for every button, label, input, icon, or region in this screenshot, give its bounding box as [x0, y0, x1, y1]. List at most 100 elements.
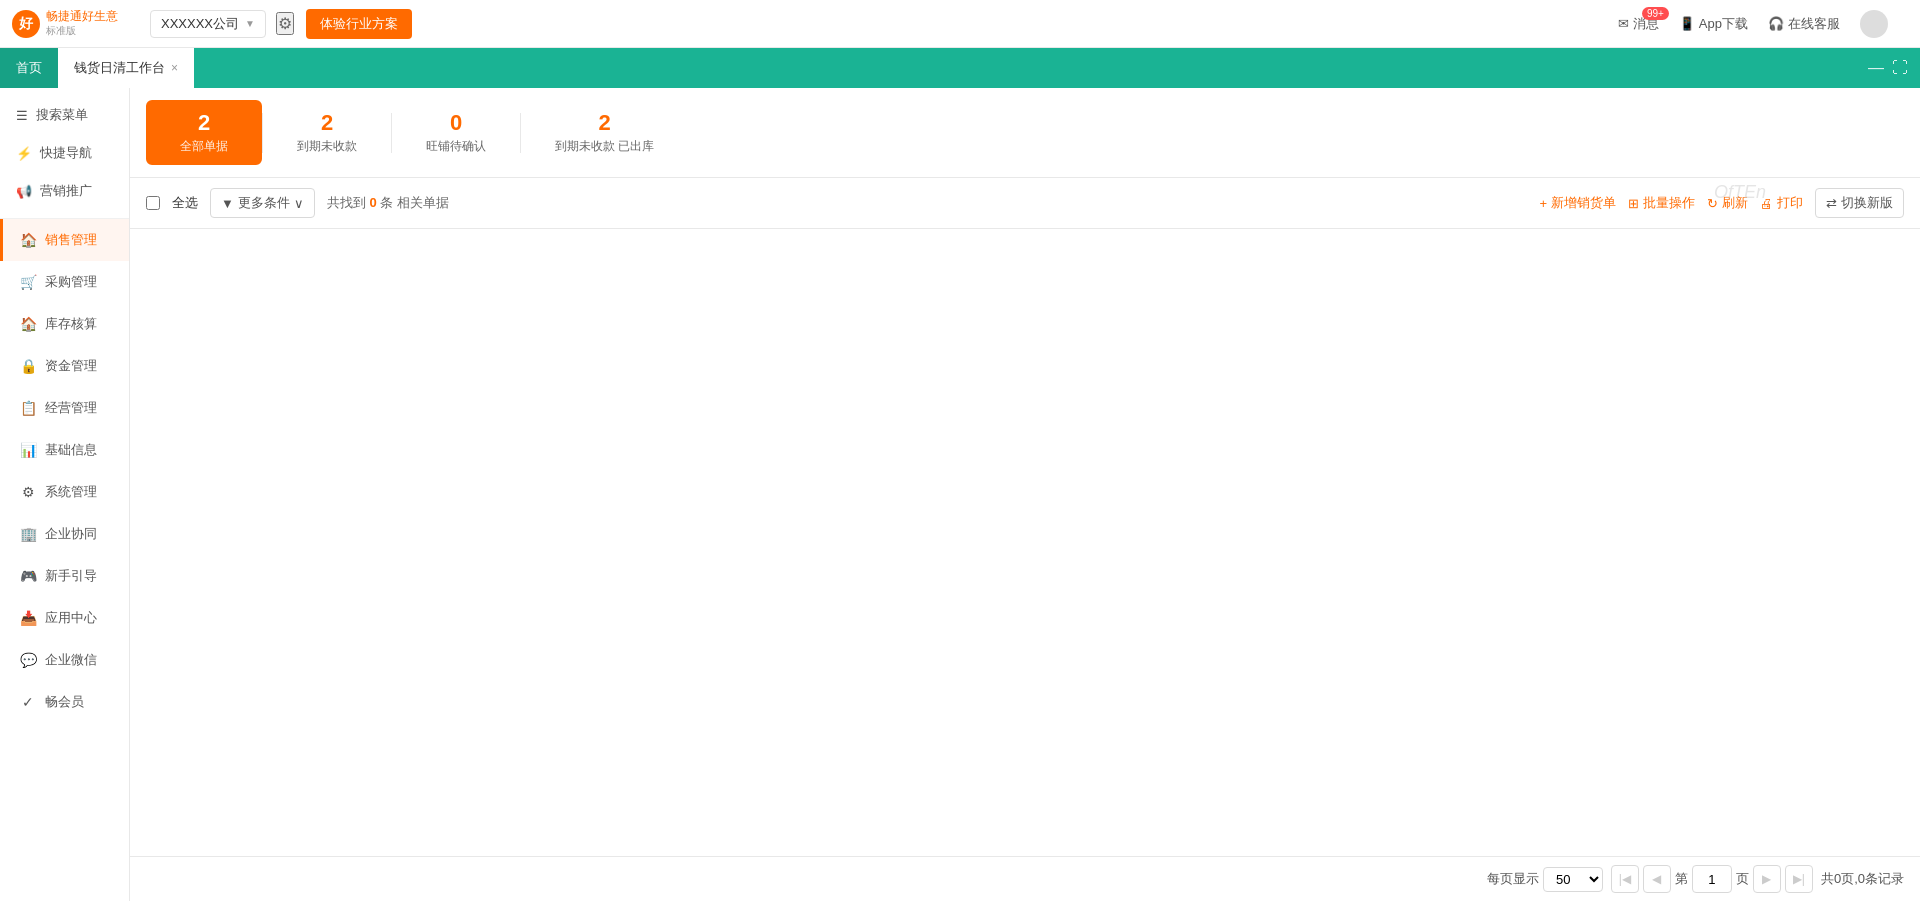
sales-icon: 🏠: [19, 232, 37, 248]
guide-icon: 🎮: [19, 568, 37, 584]
sidebar-item-finance[interactable]: 🔒 资金管理: [0, 345, 129, 387]
tab-cash-flow[interactable]: 钱货日清工作台 ×: [58, 48, 194, 88]
filter-icon: ▼: [221, 196, 234, 211]
sidebar-item-finance-label: 资金管理: [45, 357, 97, 375]
switch-version-btn[interactable]: ⇄ 切换新版: [1815, 188, 1904, 218]
online-service-btn[interactable]: 🎧 在线客服: [1768, 15, 1840, 33]
switch-label: 切换新版: [1841, 194, 1893, 212]
page-size-dropdown[interactable]: 20 50 100: [1543, 867, 1603, 892]
tab-expand-icon[interactable]: ⛶: [1892, 59, 1908, 77]
service-icon: 🎧: [1768, 16, 1784, 31]
more-filters-label: 更多条件: [238, 194, 290, 212]
toolbar: 全选 ▼ 更多条件 ∨ 共找到 0 条 相关单据 + 新增销货单 ⊞ 批量操作: [130, 178, 1920, 229]
sidebar-item-system[interactable]: ⚙ 系统管理: [0, 471, 129, 513]
refresh-btn[interactable]: ↻ 刷新: [1707, 194, 1748, 212]
basic-info-icon: 📊: [19, 442, 37, 458]
sidebar-item-cooperation-label: 企业协同: [45, 525, 97, 543]
tab-home-label: 首页: [16, 59, 42, 77]
first-page-btn[interactable]: |◀: [1611, 865, 1639, 893]
wechat-icon: 💬: [19, 652, 37, 668]
promo-icon: 📢: [16, 184, 32, 199]
content-area: 2 全部单据 2 到期未收款 0 旺铺待确认 2 到期未收款 已出库 全选: [130, 88, 1920, 901]
app-download-label: App下载: [1699, 15, 1748, 33]
search-menu-label: 搜索菜单: [36, 106, 88, 124]
tab-minimize-icon[interactable]: —: [1868, 59, 1884, 77]
logo-area: 好 畅捷通好生意 标准版: [12, 9, 142, 39]
plus-icon: +: [1539, 196, 1547, 211]
sidebar-item-wechat[interactable]: 💬 企业微信: [0, 639, 129, 681]
tab-cash-flow-label: 钱货日清工作台: [74, 59, 165, 77]
company-selector[interactable]: XXXXXX公司 ▼: [150, 10, 266, 38]
inventory-icon: 🏠: [19, 316, 37, 332]
more-filters-btn[interactable]: ▼ 更多条件 ∨: [210, 188, 315, 218]
settings-button[interactable]: ⚙: [276, 12, 294, 35]
sidebar-item-purchase-label: 采购管理: [45, 273, 97, 291]
sidebar-item-operations-label: 经营管理: [45, 399, 97, 417]
sidebar-item-member[interactable]: ✓ 畅会员: [0, 681, 129, 723]
summary-card-unshipped[interactable]: 2 到期未收款 已出库: [521, 100, 688, 165]
cooperation-icon: 🏢: [19, 526, 37, 542]
promo-label: 营销推广: [40, 182, 92, 200]
tab-right-actions: — ⛶: [1868, 59, 1920, 77]
sidebar-item-wechat-label: 企业微信: [45, 651, 97, 669]
page-size-label: 每页显示: [1487, 870, 1539, 888]
tab-close-icon[interactable]: ×: [171, 61, 178, 75]
pagination: 每页显示 20 50 100 |◀ ◀ 第 页 ▶ ▶| 共0页,0条记录: [130, 856, 1920, 901]
sidebar-item-system-label: 系统管理: [45, 483, 97, 501]
sidebar-quick-nav[interactable]: ⚡ 快捷导航: [0, 134, 129, 172]
apps-icon: 📥: [19, 610, 37, 626]
message-btn[interactable]: ✉ 消息 99+: [1618, 15, 1659, 33]
system-icon: ⚙: [19, 484, 37, 500]
chevron-filter-icon: ∨: [294, 196, 304, 211]
sidebar-item-operations[interactable]: 📋 经营管理: [0, 387, 129, 429]
total-info: 共0页,0条记录: [1821, 870, 1904, 888]
page-size-select: 每页显示 20 50 100: [1487, 867, 1603, 892]
sidebar-item-apps[interactable]: 📥 应用中心: [0, 597, 129, 639]
sidebar-item-apps-label: 应用中心: [45, 609, 97, 627]
next-page-btn[interactable]: ▶: [1753, 865, 1781, 893]
sidebar: ☰ 搜索菜单 ⚡ 快捷导航 📢 营销推广 🏠 销售管理 🛒 采购管理 🏠 库存核…: [0, 88, 130, 901]
card-pending-number: 0: [450, 110, 462, 136]
card-overdue-label: 到期未收款: [297, 138, 357, 155]
header-right: ✉ 消息 99+ 📱 App下载 🎧 在线客服: [1618, 10, 1908, 38]
sidebar-promo[interactable]: 📢 营销推广: [0, 172, 129, 210]
app-download-btn[interactable]: 📱 App下载: [1679, 15, 1748, 33]
sidebar-item-sales[interactable]: 🏠 销售管理: [0, 219, 129, 261]
sidebar-item-cooperation[interactable]: 🏢 企业协同: [0, 513, 129, 555]
summary-card-all[interactable]: 2 全部单据: [146, 100, 262, 165]
summary-card-overdue[interactable]: 2 到期未收款: [263, 100, 391, 165]
switch-icon: ⇄: [1826, 196, 1837, 211]
select-all-checkbox[interactable]: [146, 196, 160, 210]
search-icon: ☰: [16, 108, 28, 123]
sidebar-search-menu[interactable]: ☰ 搜索菜单: [0, 96, 129, 134]
main-layout: ☰ 搜索菜单 ⚡ 快捷导航 📢 营销推广 🏠 销售管理 🛒 采购管理 🏠 库存核…: [0, 88, 1920, 901]
tab-home[interactable]: 首页: [0, 48, 58, 88]
sidebar-item-guide[interactable]: 🎮 新手引导: [0, 555, 129, 597]
page-text-suffix: 页: [1736, 870, 1749, 888]
page-input[interactable]: [1692, 865, 1732, 893]
prev-page-btn[interactable]: ◀: [1643, 865, 1671, 893]
card-unshipped-number: 2: [599, 110, 611, 136]
summary-card-pending[interactable]: 0 旺铺待确认: [392, 100, 520, 165]
quick-nav-icon: ⚡: [16, 146, 32, 161]
card-all-label: 全部单据: [180, 138, 228, 155]
print-label: 打印: [1777, 194, 1803, 212]
app-logo: 好: [12, 10, 40, 38]
related-orders-label: 相关单据: [397, 195, 449, 210]
print-icon: 🖨: [1760, 196, 1773, 211]
sidebar-item-inventory[interactable]: 🏠 库存核算: [0, 303, 129, 345]
avatar[interactable]: [1860, 10, 1888, 38]
finance-icon: 🔒: [19, 358, 37, 374]
sidebar-item-basic-info[interactable]: 📊 基础信息: [0, 429, 129, 471]
refresh-label: 刷新: [1722, 194, 1748, 212]
download-icon: 📱: [1679, 16, 1695, 31]
quick-nav-label: 快捷导航: [40, 144, 92, 162]
print-btn[interactable]: 🖨 打印: [1760, 194, 1803, 212]
last-page-btn[interactable]: ▶|: [1785, 865, 1813, 893]
batch-btn[interactable]: ⊞ 批量操作: [1628, 194, 1695, 212]
sidebar-item-purchase[interactable]: 🛒 采购管理: [0, 261, 129, 303]
new-order-btn[interactable]: + 新增销货单: [1539, 194, 1616, 212]
experience-btn[interactable]: 体验行业方案: [306, 9, 412, 39]
batch-label: 批量操作: [1643, 194, 1695, 212]
app-name: 畅捷通好生意: [46, 9, 118, 25]
